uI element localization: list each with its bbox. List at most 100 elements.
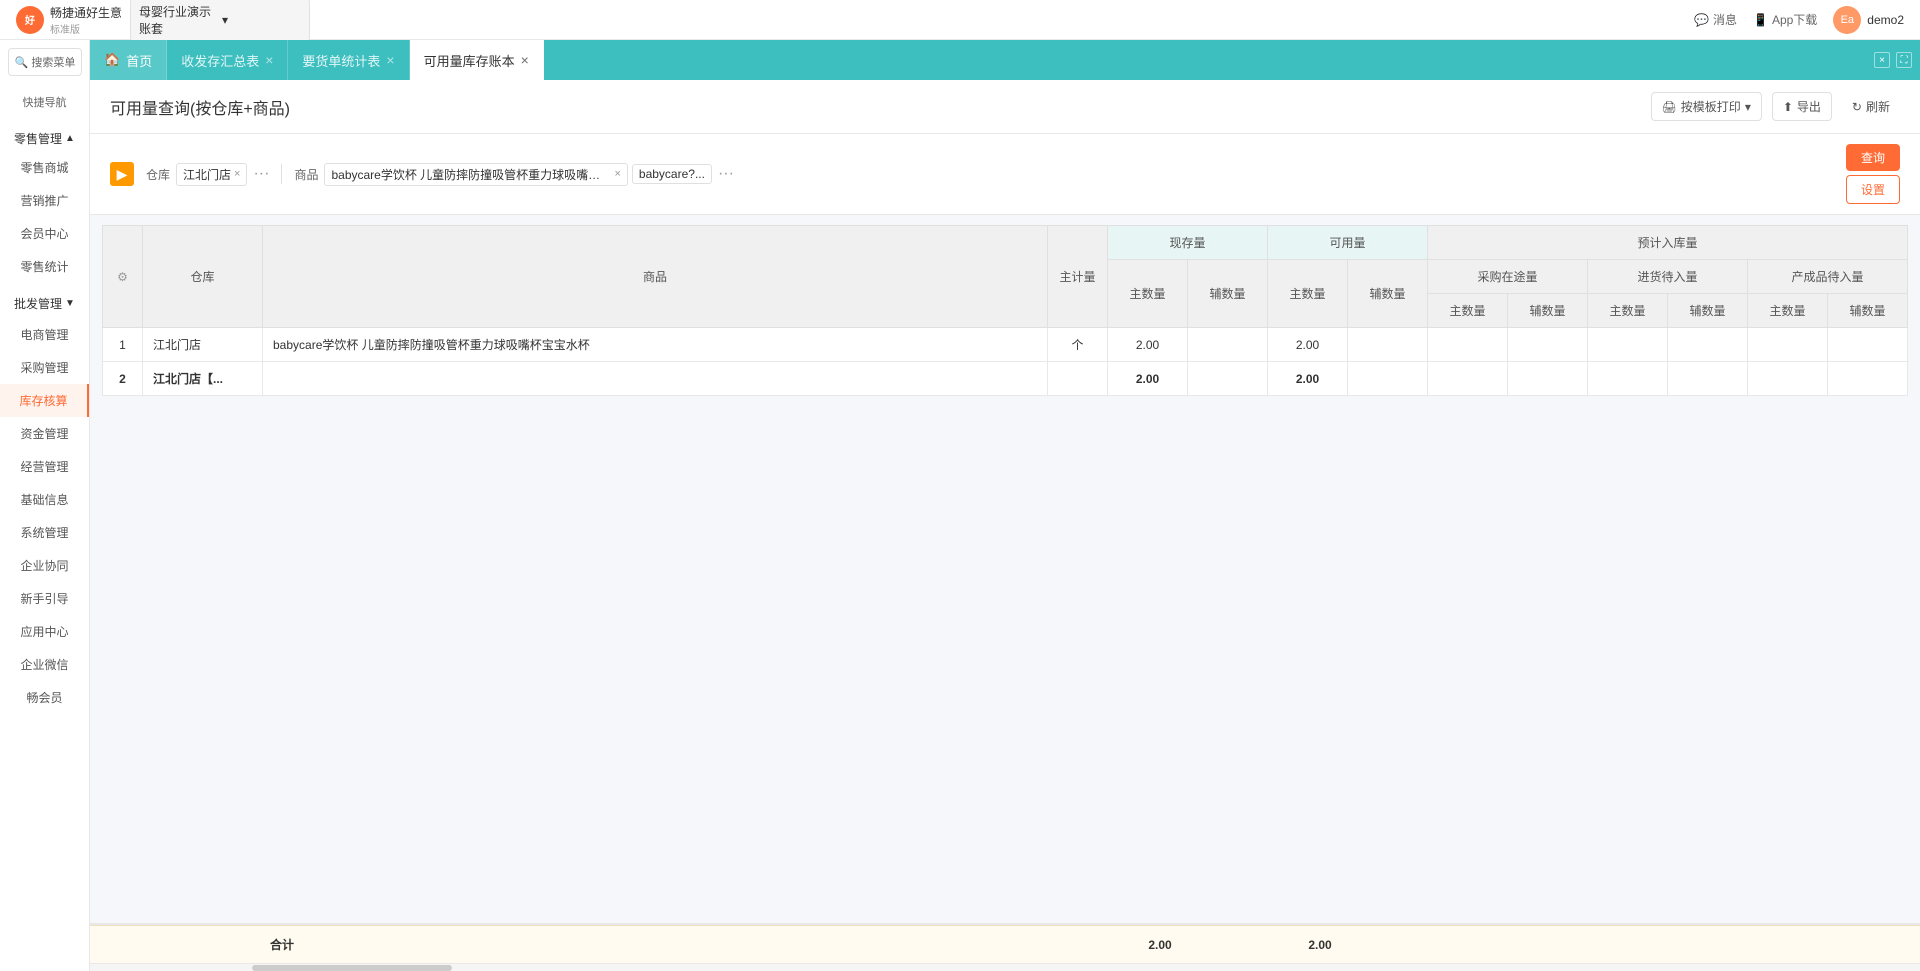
totals-stock-main: 2.00 — [1120, 928, 1200, 962]
row1-avail-main: 2.00 — [1268, 328, 1348, 362]
th-settings: ⚙ — [103, 226, 143, 328]
quick-nav-area: 快捷导航 — [0, 84, 89, 120]
sidebar-item-quick-nav[interactable]: 快捷导航 — [0, 88, 89, 116]
tab-available-inventory[interactable]: 可用量库存账本 × — [410, 40, 544, 80]
warehouse-filter-group: 仓库 江北门店 × ··· — [146, 163, 269, 186]
remove-warehouse-tag[interactable]: × — [234, 168, 240, 180]
th-warehouse: 仓库 — [143, 226, 263, 328]
mobile-icon: 📱 — [1753, 13, 1768, 27]
search-menu-button[interactable]: 🔍 搜索菜单 — [8, 48, 82, 76]
close-tab-1[interactable]: × — [265, 52, 273, 68]
app-download-action[interactable]: 📱 App下载 — [1753, 11, 1817, 28]
close-tab-3[interactable]: × — [521, 52, 529, 68]
message-action[interactable]: 💬 消息 — [1694, 11, 1737, 28]
sidebar-item-members[interactable]: 会员中心 — [0, 217, 89, 250]
close-tab-2[interactable]: × — [386, 52, 394, 68]
totals-row: 合计 2.00 2.00 — [90, 925, 1920, 963]
search-icon: 🔍 — [15, 56, 29, 69]
th-finished-incoming-group: 产成品待入量 — [1748, 260, 1908, 294]
sidebar-section-retail[interactable]: 零售管理 ▲ — [0, 122, 89, 151]
sidebar-item-marketing[interactable]: 营销推广 — [0, 184, 89, 217]
table-row-subtotal: 2 江北门店【... 2.00 2.00 — [103, 362, 1908, 396]
sidebar-item-system[interactable]: 系统管理 — [0, 516, 89, 549]
export-button[interactable]: ⬆ 导出 — [1772, 92, 1832, 121]
app-name: 畅捷通好生意 — [50, 4, 122, 21]
remove-product-tag-1[interactable]: × — [614, 168, 620, 180]
tab-receivable-summary[interactable]: 收发存汇总表 × — [167, 40, 288, 80]
refresh-icon: ↻ — [1852, 100, 1862, 114]
tab-bar: 🏠 首页 收发存汇总表 × 要货单统计表 × 可用量库存账本 × × ⛶ — [90, 40, 1920, 80]
row1-incoming-sub — [1668, 328, 1748, 362]
th-available-group: 可用量 — [1268, 226, 1428, 260]
sidebar-item-enterprise[interactable]: 企业协同 — [0, 549, 89, 582]
chevron-down-icon: ▾ — [1745, 100, 1751, 114]
th-planned-group: 预计入库量 — [1428, 226, 1908, 260]
window-close-button[interactable]: × — [1874, 52, 1890, 68]
page-title: 可用量查询(按仓库+商品) — [110, 95, 290, 119]
sidebar-item-purchase[interactable]: 采购管理 — [0, 351, 89, 384]
table-footer: 合计 2.00 2.00 — [90, 923, 1920, 971]
sidebar-item-ecommerce[interactable]: 电商管理 — [0, 318, 89, 351]
row1-index: 1 — [103, 328, 143, 362]
sidebar-item-operations[interactable]: 经营管理 — [0, 450, 89, 483]
th-avail-main: 主数量 — [1268, 260, 1348, 328]
tab-home[interactable]: 🏠 首页 — [90, 40, 167, 80]
store-selector[interactable]: 母婴行业演示账套 ▾ — [130, 0, 310, 42]
warehouse-tag: 江北门店 × — [176, 163, 247, 186]
row2-avail-sub — [1348, 362, 1428, 396]
sidebar-item-finance[interactable]: 资金管理 — [0, 417, 89, 450]
sidebar-section-wholesale[interactable]: 批发管理 ▼ — [0, 287, 89, 316]
horizontal-scrollbar[interactable] — [90, 963, 1920, 971]
sidebar-item-retail-stats[interactable]: 零售统计 — [0, 250, 89, 283]
sidebar-item-retail-mall[interactable]: 零售商城 — [0, 151, 89, 184]
store-name: 母婴行业演示账套 — [139, 3, 218, 37]
window-maximize-button[interactable]: ⛶ — [1896, 52, 1912, 68]
sidebar-item-wechat[interactable]: 企业微信 — [0, 648, 89, 681]
sidebar-item-inventory[interactable]: 库存核算 — [0, 384, 89, 417]
product-filter-group: 商品 babycare学饮杯 儿童防摔防撞吸管杯重力球吸嘴杯宝宝水杯 × bab… — [294, 163, 733, 186]
product-more-button[interactable]: ··· — [718, 165, 734, 183]
template-print-button[interactable]: 🖨 按模板打印 ▾ — [1651, 92, 1762, 121]
refresh-button[interactable]: ↻ 刷新 — [1842, 93, 1900, 120]
settings-button[interactable]: 设置 — [1846, 175, 1900, 204]
row1-product: babycare学饮杯 儿童防摔防撞吸管杯重力球吸嘴杯宝宝水杯 — [263, 328, 1048, 362]
query-button[interactable]: 查询 — [1846, 144, 1900, 171]
th-finished-main: 主数量 — [1748, 294, 1828, 328]
th-product: 商品 — [263, 226, 1048, 328]
row2-finished-sub — [1828, 362, 1908, 396]
table-settings-icon[interactable]: ⚙ — [117, 270, 128, 284]
avatar: Ea — [1833, 6, 1861, 34]
user-area[interactable]: Ea demo2 — [1833, 6, 1904, 34]
row2-warehouse: 江北门店【... — [143, 362, 263, 396]
warehouse-more-button[interactable]: ··· — [253, 165, 269, 183]
th-unit: 主计量 — [1048, 226, 1108, 328]
message-label: 消息 — [1713, 11, 1737, 28]
chevron-up-icon: ▲ — [65, 133, 75, 144]
filter-divider — [281, 164, 282, 184]
th-goods-incoming-group: 进货待入量 — [1588, 260, 1748, 294]
product-filter-label: 商品 — [294, 166, 318, 183]
th-incoming-main: 主数量 — [1588, 294, 1668, 328]
row1-purchase-main — [1428, 328, 1508, 362]
scroll-thumb[interactable] — [252, 965, 452, 971]
th-avail-sub: 辅数量 — [1348, 260, 1428, 328]
sidebar-item-appcenter[interactable]: 应用中心 — [0, 615, 89, 648]
th-purchase-transit-group: 采购在途量 — [1428, 260, 1588, 294]
tab-order-stats[interactable]: 要货单统计表 × — [288, 40, 409, 80]
row1-stock-sub — [1188, 328, 1268, 362]
row2-incoming-sub — [1668, 362, 1748, 396]
row2-index: 2 — [103, 362, 143, 396]
row1-unit: 个 — [1048, 328, 1108, 362]
row2-unit — [1048, 362, 1108, 396]
sidebar-item-newuser[interactable]: 新手引导 — [0, 582, 89, 615]
row2-purchase-main — [1428, 362, 1508, 396]
chevron-down-icon: ▼ — [65, 298, 75, 309]
totals-avail-main: 2.00 — [1280, 928, 1360, 962]
printer-icon: 🖨 — [1662, 100, 1677, 114]
sidebar-item-basic-info[interactable]: 基础信息 — [0, 483, 89, 516]
row2-stock-sub — [1188, 362, 1268, 396]
filter-expand-button[interactable]: ▶ — [110, 162, 134, 186]
row2-avail-main: 2.00 — [1268, 362, 1348, 396]
sidebar-item-member[interactable]: 畅会员 — [0, 681, 89, 714]
totals-label: 合计 — [250, 926, 314, 963]
